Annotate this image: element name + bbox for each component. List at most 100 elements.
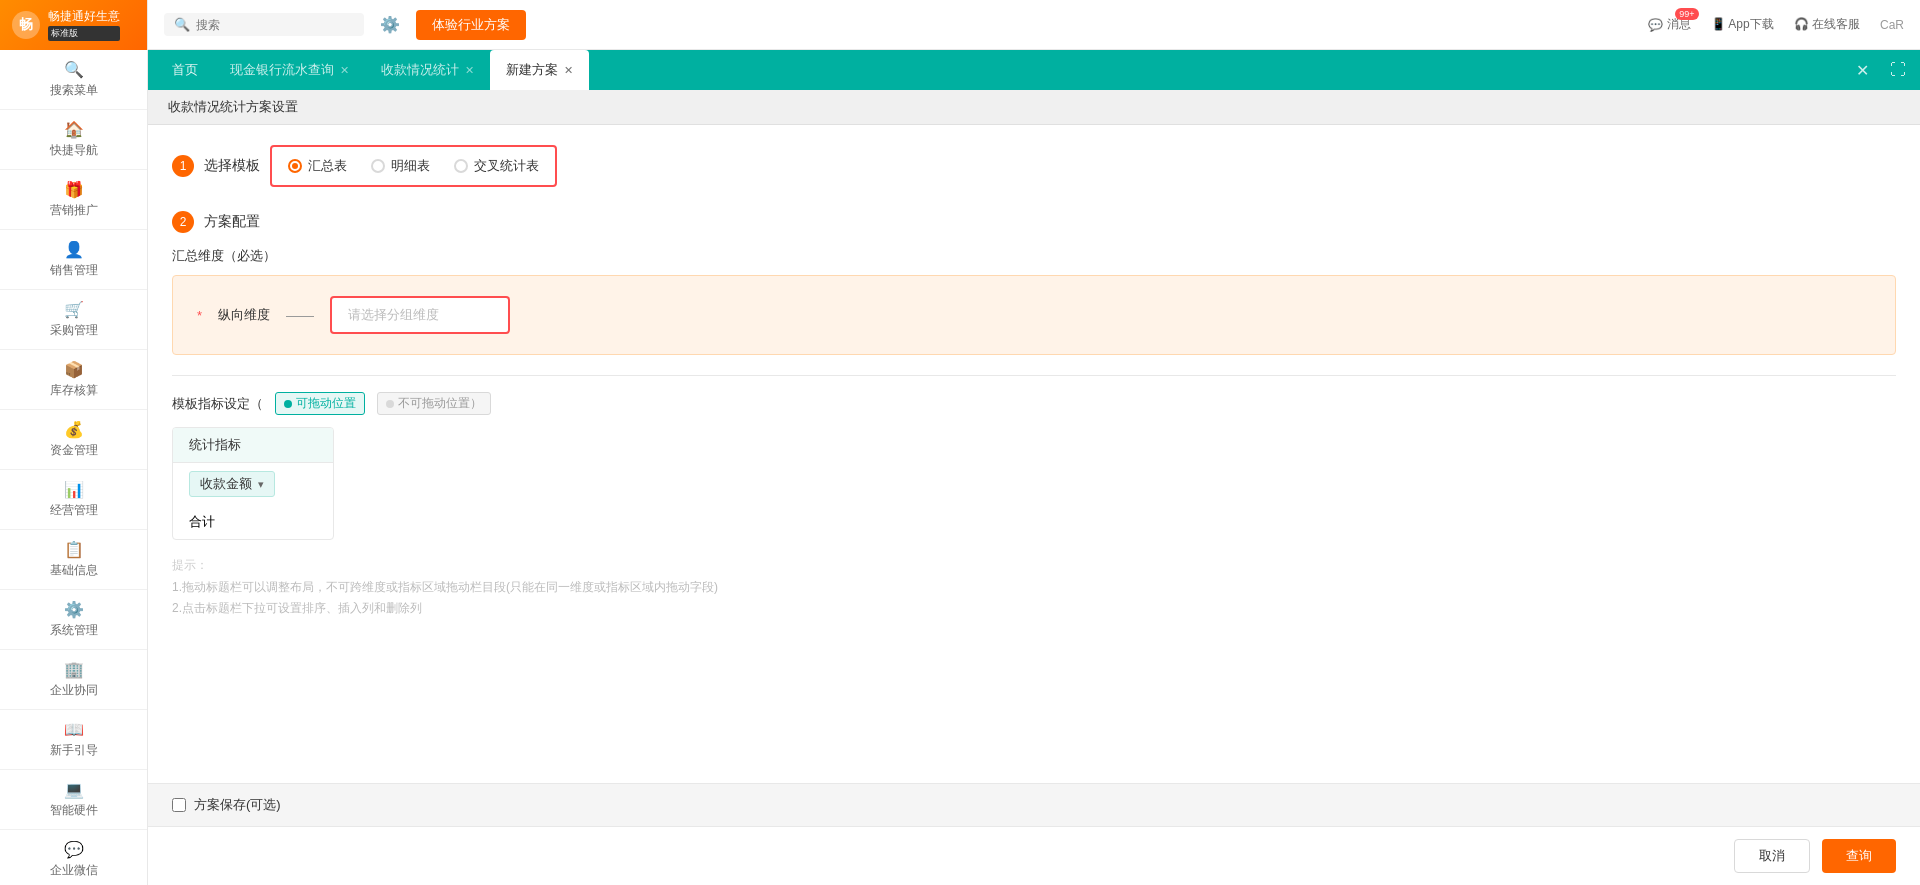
template-options: 汇总表 明细表 交叉统计表	[270, 145, 557, 187]
step1-num: 1	[172, 155, 194, 177]
draggable-dot	[284, 400, 292, 408]
step1-section: 1 选择模板 汇总表 明细表 交叉统计表	[172, 145, 1896, 187]
tab-close-bank[interactable]: ✕	[340, 64, 349, 77]
radio-option-detail[interactable]: 明细表	[371, 157, 430, 175]
radio-label-cross: 交叉统计表	[474, 157, 539, 175]
sidebar-item-purchase[interactable]: 🛒采购管理	[0, 290, 147, 350]
system-icon: ⚙️	[64, 600, 84, 619]
maximize-icon[interactable]: ⛶	[1884, 56, 1912, 84]
tab-bank[interactable]: 现金银行流水查询 ✕	[214, 50, 365, 90]
tab-label-bank: 现金银行流水查询	[230, 61, 334, 79]
row-dimension-label: 纵向维度	[218, 306, 270, 324]
sidebar-item-system[interactable]: ⚙️系统管理	[0, 590, 147, 650]
dimension-config: 汇总维度（必选） * 纵向维度 —— 请选择分组维度	[172, 247, 1896, 355]
radio-circle-summary	[288, 159, 302, 173]
tab-label-home: 首页	[172, 61, 198, 79]
finance-icon: 💰	[64, 420, 84, 439]
inventory-icon: 📦	[64, 360, 84, 379]
main-area: 🔍 ⚙️ 体验行业方案 💬 消息 99+ 📱 App下载 🎧 在线客服 CaR	[148, 0, 1920, 885]
sidebar: 畅 畅捷通好生意 标准版 🔍搜索菜单🏠快捷导航🎁营销推广👤销售管理🛒采购管理 📦 库…	[0, 0, 148, 885]
step2-section: 2 方案配置 汇总维度（必选） * 纵向维度 —— 请选择分组维度	[172, 211, 1896, 632]
wechat-icon: 💬	[64, 840, 84, 859]
sidebar-item-basic[interactable]: 📋 基础信息	[0, 530, 147, 590]
gear-icon[interactable]: ⚙️	[380, 15, 400, 34]
search-box[interactable]: 🔍	[164, 13, 364, 36]
sidebar-item-sales[interactable]: 👤销售管理	[0, 230, 147, 290]
tab-close-collection[interactable]: ✕	[465, 64, 474, 77]
industry-btn[interactable]: 体验行业方案	[416, 10, 526, 40]
step2-title: 方案配置	[204, 213, 260, 231]
close-window-icon[interactable]: ✕	[1848, 56, 1876, 84]
sidebar-label-finance: 资金管理	[50, 442, 98, 459]
indicator-table-row: 收款金额 ▾	[173, 463, 333, 505]
dimension-placeholder: 请选择分组维度	[348, 307, 439, 322]
total-label: 合计	[189, 513, 215, 531]
sidebar-item-guide[interactable]: 📖新手引导	[0, 710, 147, 770]
download-icon: 📱	[1711, 17, 1726, 31]
form-container: 1 选择模板 汇总表 明细表 交叉统计表 2 方案配置 汇总维度（必选）	[148, 125, 1920, 783]
indicator-settings: 模板指标设定（ 可拖动位置 不可拖动位置） 统计指标	[172, 375, 1896, 543]
basic-icon: 📋	[64, 540, 84, 559]
sidebar-item-marketing[interactable]: 🎁营销推广	[0, 170, 147, 230]
step2-header: 2 方案配置	[172, 211, 1896, 233]
username-text: CaR	[1880, 18, 1904, 32]
sidebar-item-inventory[interactable]: 📦 库存核算	[0, 350, 147, 410]
sidebar-label-enterprise: 企业协同	[50, 682, 98, 699]
tips-title: 提示：	[172, 558, 208, 572]
save-checkbox[interactable]	[172, 798, 186, 812]
dimension-title: 汇总维度（必选）	[172, 247, 1896, 265]
sidebar-item-operation[interactable]: 📊经营管理	[0, 470, 147, 530]
sales-icon: 👤	[64, 240, 84, 259]
sidebar-logo: 畅 畅捷通好生意 标准版	[0, 0, 147, 50]
draggable-badge: 可拖动位置	[275, 392, 365, 415]
search-icon: 🔍	[174, 17, 190, 32]
non-draggable-badge: 不可拖动位置）	[377, 392, 491, 415]
sidebar-label-search: 搜索菜单	[50, 82, 98, 99]
sidebar-item-wechat[interactable]: 💬 企业微信	[0, 830, 147, 885]
online-service-btn[interactable]: 🎧 在线客服	[1794, 16, 1860, 33]
radio-option-summary[interactable]: 汇总表	[288, 157, 347, 175]
sidebar-label-inventory: 库存核算	[50, 382, 98, 399]
indicator-table-header: 统计指标	[173, 428, 333, 463]
search-input[interactable]	[196, 18, 336, 32]
marketing-icon: 🎁	[64, 180, 84, 199]
tab-collection[interactable]: 收款情况统计✕	[365, 50, 490, 90]
sidebar-item-enterprise[interactable]: 🏢 企业协同	[0, 650, 147, 710]
sidebar-item-hardware[interactable]: 💻智能硬件	[0, 770, 147, 830]
dimension-area: * 纵向维度 —— 请选择分组维度	[172, 275, 1896, 355]
tab-close-new_plan[interactable]: ✕	[564, 64, 573, 77]
sidebar-label-wechat: 企业微信	[50, 862, 98, 879]
dimension-row: * 纵向维度 —— 请选择分组维度	[197, 296, 1871, 334]
sidebar-label-basic: 基础信息	[50, 562, 98, 579]
footer: 取消 查询	[148, 826, 1920, 885]
topbar: 🔍 ⚙️ 体验行业方案 💬 消息 99+ 📱 App下载 🎧 在线客服 CaR	[148, 0, 1920, 50]
tab-new_plan[interactable]: 新建方案✕	[490, 50, 589, 90]
cancel-button[interactable]: 取消	[1734, 839, 1810, 873]
indicator-title: 模板指标设定（	[172, 395, 263, 413]
tab-home[interactable]: 首页	[156, 50, 214, 90]
tips-section: 提示： 1.拖动标题栏可以调整布局，不可跨维度或指标区域拖动栏目段(只能在同一维…	[172, 543, 1896, 632]
sidebar-label-quicknav: 快捷导航	[50, 142, 98, 159]
enterprise-icon: 🏢	[64, 660, 84, 679]
radio-circle-detail	[371, 159, 385, 173]
chevron-down-icon: ▾	[258, 478, 264, 491]
hardware-icon: 💻	[64, 780, 84, 799]
dimension-selector[interactable]: 请选择分组维度	[330, 296, 510, 334]
query-button[interactable]: 查询	[1822, 839, 1896, 873]
logo-app-name: 畅捷通好生意	[48, 9, 120, 25]
message-btn[interactable]: 💬 消息 99+	[1648, 16, 1691, 33]
radio-option-cross[interactable]: 交叉统计表	[454, 157, 539, 175]
tips-line: 1.拖动标题栏可以调整布局，不可跨维度或指标区域拖动栏目段(只能在同一维度或指标…	[172, 577, 1896, 599]
required-star: *	[197, 308, 202, 323]
save-label: 方案保存(可选)	[194, 796, 281, 814]
indicator-total-row: 合计	[173, 505, 333, 539]
radio-circle-cross	[454, 159, 468, 173]
indicator-table: 统计指标 收款金额 ▾ 合计	[172, 427, 334, 540]
step2-num: 2	[172, 211, 194, 233]
message-icon: 💬	[1648, 18, 1663, 32]
sidebar-item-finance[interactable]: 💰 资金管理	[0, 410, 147, 470]
sidebar-item-search[interactable]: 🔍搜索菜单	[0, 50, 147, 110]
sidebar-item-quicknav[interactable]: 🏠快捷导航	[0, 110, 147, 170]
app-download-btn[interactable]: 📱 App下载	[1711, 16, 1774, 33]
indicator-tag-amount[interactable]: 收款金额 ▾	[189, 471, 275, 497]
